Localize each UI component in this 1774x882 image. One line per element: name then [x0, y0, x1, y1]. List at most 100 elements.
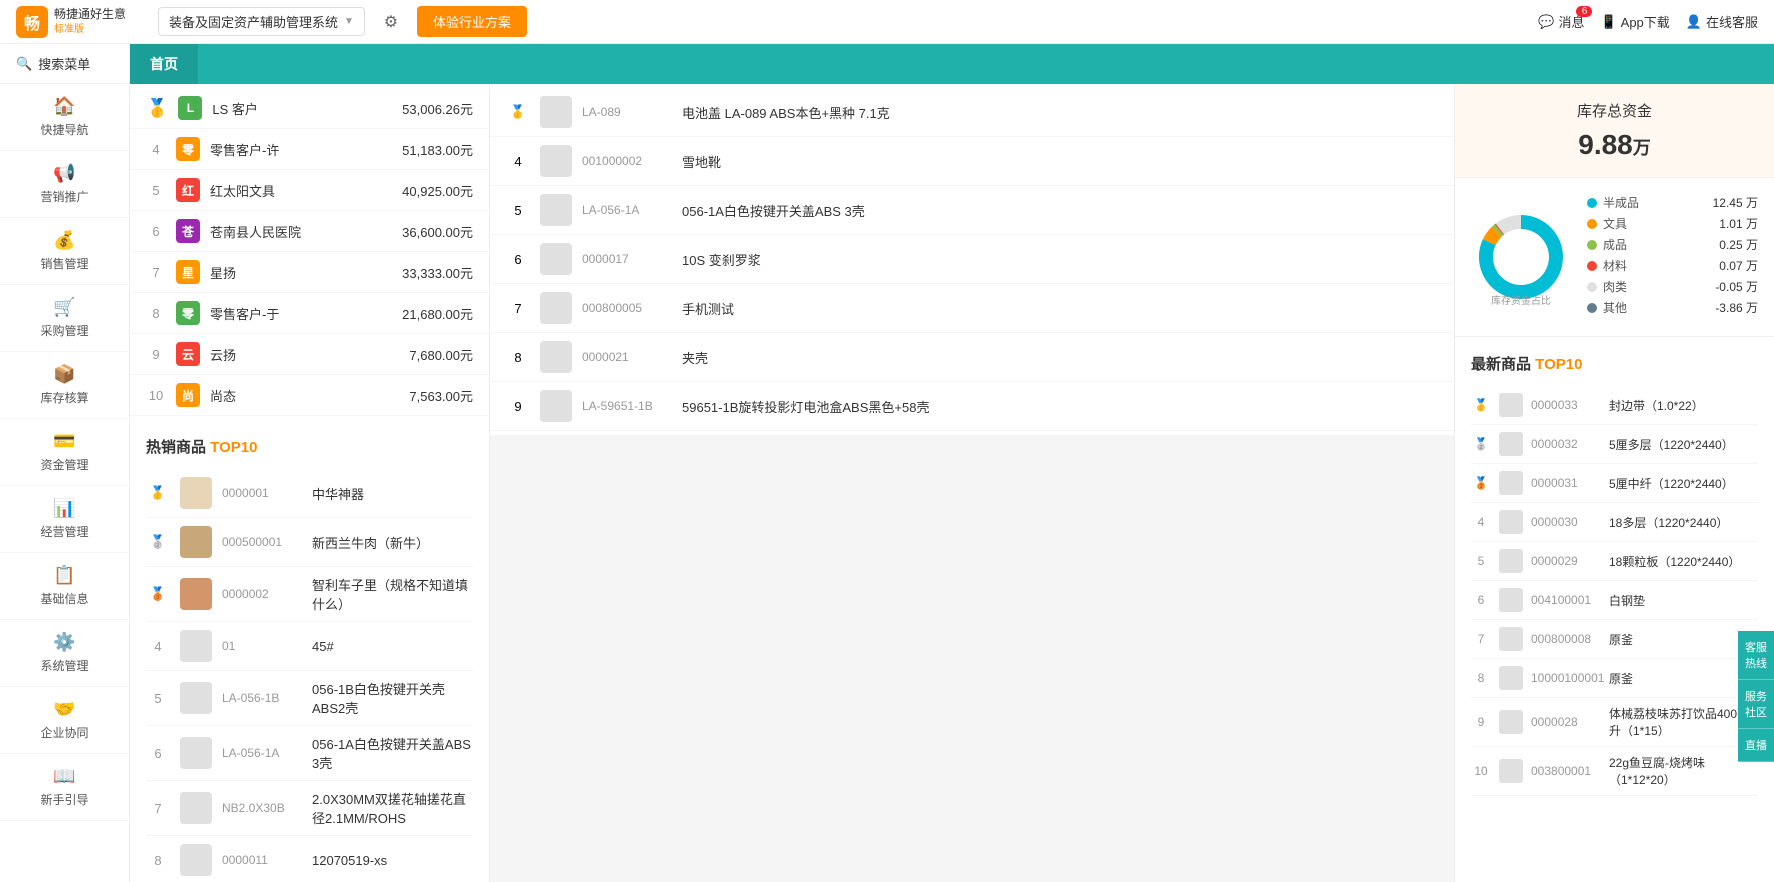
product-thumbnail [180, 578, 212, 610]
legend-dot-meat [1587, 282, 1597, 292]
legend-item: 成品 0.25 万 [1587, 236, 1758, 253]
list-item: 5 LA-056-1A 056-1A白色按键开关盖ABS 3壳 [490, 186, 1454, 235]
chart-area: 库存资金占比 半成品 12.45 万 文具 1.01 万 [1455, 178, 1774, 337]
customer-ranking-panel: 🥇 L LS 客户 53,006.26元 4 零 零售客户-许 51,183.0… [130, 84, 490, 882]
message-icon: 💬 [1538, 14, 1554, 30]
list-item: 🥇 LA-089 电池盖 LA-089 ABS本色+黑种 7.1克 [490, 88, 1454, 137]
finance-icon: 💳 [53, 431, 75, 452]
legend-item: 其他 -3.86 万 [1587, 299, 1758, 316]
main-layout: 🔍 搜索菜单 🏠 快捷导航 📢 营销推广 💰 销售管理 🛒 采购管理 📦 库存核… [0, 44, 1774, 882]
hot-products-section: 热销商品 TOP10 🥇 0000001 中华神器 🥈 000500001 新西… [130, 420, 489, 882]
customer-value: 53,006.26元 [402, 99, 473, 118]
list-item: 4 0000030 18多层（1220*2440） [1471, 503, 1758, 542]
medal-icon: 🥇 [146, 98, 168, 119]
message-button[interactable]: 💬 消息 6 [1538, 12, 1584, 31]
sidebar-item-finance[interactable]: 💳 资金管理 [0, 419, 129, 486]
service-icon: 👤 [1686, 14, 1702, 30]
product-thumbnail [180, 682, 212, 714]
np-thumbnail [1499, 710, 1523, 734]
np-thumbnail [1499, 510, 1523, 534]
product-thumbnail [540, 96, 572, 128]
np-thumbnail [1499, 471, 1523, 495]
product-thumbnail [180, 477, 212, 509]
nav-tabs: 首页 [130, 44, 1774, 84]
sidebar-item-enterprise[interactable]: 🤝 企业协同 [0, 687, 129, 754]
table-row: 5 红 红太阳文具 40,925.00元 [130, 170, 489, 211]
right-panel: 库存总资金 9.88万 [1454, 84, 1774, 882]
legend-item: 材料 0.07 万 [1587, 257, 1758, 274]
product-thumbnail [540, 390, 572, 422]
content-area: 首页 🥇 L LS 客户 53,006.26元 4 零 零售客 [130, 44, 1774, 882]
sidebar-item-quicknav[interactable]: 🏠 快捷导航 [0, 84, 129, 151]
np-thumbnail [1499, 759, 1523, 783]
customer-service-button[interactable]: 👤 在线客服 [1686, 12, 1758, 31]
list-item: 9 0000028 体械荔枝味苏打饮品400毫升（1*15） [1471, 698, 1758, 747]
list-item: 10 003800001 22g鱼豆腐-烧烤味（1*12*20） [1471, 747, 1758, 796]
list-item: 7 000800008 原釜 [1471, 620, 1758, 659]
logo-icon: 畅 [16, 6, 48, 38]
legend-dot-finished [1587, 240, 1597, 250]
customer-name: 红太阳文具 [210, 181, 392, 200]
np-thumbnail [1499, 393, 1523, 417]
sidebar-item-sales[interactable]: 💰 销售管理 [0, 218, 129, 285]
sidebar-item-system[interactable]: ⚙️ 系统管理 [0, 620, 129, 687]
hot-products-title: 热销商品 TOP10 [146, 436, 473, 457]
app-download-button[interactable]: 📱 App下载 [1600, 12, 1669, 31]
system-selector[interactable]: 装备及固定资产辅助管理系统 ▼ [158, 7, 365, 36]
table-row: 7 星 星扬 33,333.00元 [130, 252, 489, 293]
customer-service-hotline-button[interactable]: 客服热线 [1738, 631, 1774, 680]
sidebar-item-marketing[interactable]: 📢 营销推广 [0, 151, 129, 218]
customer-value: 36,600.00元 [402, 222, 473, 241]
live-button[interactable]: 直播 [1738, 729, 1774, 762]
customer-ranking-list: 🥇 L LS 客户 53,006.26元 4 零 零售客户-许 51,183.0… [130, 84, 489, 420]
service-community-button[interactable]: 服务社区 [1738, 680, 1774, 729]
product-thumbnail [540, 145, 572, 177]
enterprise-icon: 🤝 [53, 699, 75, 720]
guide-icon: 📖 [53, 766, 75, 787]
list-item: 🥈 0000032 5厘多层（1220*2440） [1471, 425, 1758, 464]
sidebar-item-inventory[interactable]: 📦 库存核算 [0, 352, 129, 419]
product-thumbnail [540, 194, 572, 226]
search-icon: 🔍 [16, 56, 32, 72]
system-icon: ⚙️ [53, 632, 75, 653]
list-item: 7 000800005 手机测试 [490, 284, 1454, 333]
legend-item: 文具 1.01 万 [1587, 215, 1758, 232]
system-name: 装备及固定资产辅助管理系统 [169, 12, 338, 31]
home-icon: 🏠 [53, 96, 75, 117]
operations-icon: 📊 [53, 498, 75, 519]
sidebar-item-basics[interactable]: 📋 基础信息 [0, 553, 129, 620]
try-button[interactable]: 体验行业方案 [417, 6, 527, 37]
legend-item: 肉类 -0.05 万 [1587, 278, 1758, 295]
product-thumbnail [180, 737, 212, 769]
product-thumbnail [540, 341, 572, 373]
list-item: 6 0000017 10S 变刹罗浆 [490, 235, 1454, 284]
customer-name: LS 客户 [212, 99, 392, 118]
product-thumbnail [180, 630, 212, 662]
phone-icon: 📱 [1600, 14, 1616, 30]
list-item: 9 LA-59651-1B 59651-1B旋转投影灯电池盒ABS黑色+58壳 [490, 382, 1454, 431]
table-row: 8 零 零售客户-于 21,680.00元 [130, 293, 489, 334]
list-item: 7 NB2.0X30B 2.0X30MM双搓花轴搓花直径2.1MM/ROHS [146, 781, 473, 836]
customer-value: 7,680.00元 [409, 345, 473, 364]
customer-value: 33,333.00元 [402, 263, 473, 282]
customer-badge: 尚 [176, 383, 200, 407]
search-menu[interactable]: 🔍 搜索菜单 [0, 44, 129, 84]
sidebar-item-purchase[interactable]: 🛒 采购管理 [0, 285, 129, 352]
customer-badge: 云 [176, 342, 200, 366]
list-item: 5 LA-056-1B 056-1B白色按键开关壳ABS2壳 [146, 671, 473, 726]
chart-label: 库存资金占比 [1471, 292, 1571, 307]
stock-title: 库存总资金 [1471, 100, 1758, 121]
list-item: 4 01 45# [146, 622, 473, 671]
table-row: 9 云 云扬 7,680.00元 [130, 334, 489, 375]
product-thumbnail [540, 292, 572, 324]
np-thumbnail [1499, 588, 1523, 612]
top-bar: 畅 畅捷通好生意 标准版 装备及固定资产辅助管理系统 ▼ ⚙ 体验行业方案 💬 … [0, 0, 1774, 44]
settings-button[interactable]: ⚙ [377, 8, 405, 36]
mid-scroll: 🥇 LA-089 电池盖 LA-089 ABS本色+黑种 7.1克 4 0010… [490, 84, 1454, 882]
list-item: 🥉 0000002 智利车子里（规格不知道填什么） [146, 567, 473, 622]
sidebar-item-operations[interactable]: 📊 经营管理 [0, 486, 129, 553]
tab-home[interactable]: 首页 [130, 44, 198, 84]
sidebar-item-guide[interactable]: 📖 新手引导 [0, 754, 129, 821]
chart-legend: 半成品 12.45 万 文具 1.01 万 成品 0.25 万 [1587, 194, 1758, 320]
product-thumbnail [180, 844, 212, 876]
